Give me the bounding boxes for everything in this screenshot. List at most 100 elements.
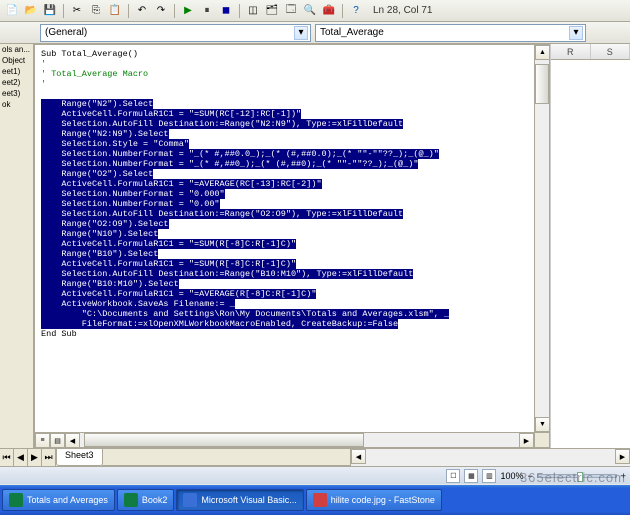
undo-icon[interactable]: ↶ bbox=[134, 3, 150, 19]
code-line[interactable]: Range("B10").Select bbox=[41, 249, 543, 259]
taskbar-item[interactable]: hilite code.jpg - FastStone bbox=[306, 489, 442, 511]
main-toolbar: 📄 📂 💾 ✂ ⎘ 📋 ↶ ↷ ▶ ⏸ ◼ ◫ 🗂 🗔 🔍 🧰 ? Ln 28,… bbox=[0, 0, 630, 22]
code-line[interactable]: Selection.NumberFormat = "_(* #,##0.0_);… bbox=[41, 149, 543, 159]
first-sheet-icon[interactable]: ⏮ bbox=[0, 449, 14, 466]
sheet-hscroll[interactable]: ◀ ▶ bbox=[350, 449, 630, 466]
code-line[interactable]: Range("O2").Select bbox=[41, 169, 543, 179]
panel-item[interactable]: eet2) bbox=[0, 77, 33, 88]
code-line[interactable]: "C:\Documents and Settings\Ron\My Docume… bbox=[41, 309, 543, 319]
panel-item[interactable]: ols an... bbox=[0, 44, 33, 55]
cursor-position: Ln 28, Col 71 bbox=[373, 5, 433, 16]
scroll-right-icon[interactable]: ▶ bbox=[519, 433, 534, 448]
code-line[interactable]: Range("N10").Select bbox=[41, 229, 543, 239]
panel-item[interactable]: eet3) bbox=[0, 88, 33, 99]
column-header[interactable]: S bbox=[591, 44, 630, 59]
scroll-left-icon[interactable]: ◀ bbox=[65, 433, 80, 448]
procedure-dropdown[interactable]: Total_Average ▾ bbox=[315, 24, 586, 42]
toolbox-icon[interactable]: 🧰 bbox=[321, 3, 337, 19]
horizontal-scrollbar[interactable]: ≡ ▤ ◀ ▶ bbox=[35, 432, 534, 447]
code-line[interactable]: Selection.NumberFormat = "_(* #,##0_);_(… bbox=[41, 159, 543, 169]
column-headers: R S bbox=[551, 44, 630, 60]
prev-sheet-icon[interactable]: ◀ bbox=[14, 449, 28, 466]
scroll-thumb[interactable] bbox=[535, 64, 549, 104]
panel-item[interactable]: Object bbox=[0, 55, 33, 66]
scroll-right-icon[interactable]: ▶ bbox=[615, 449, 630, 464]
code-line[interactable]: Selection.AutoFill Destination:=Range("N… bbox=[41, 119, 543, 129]
next-sheet-icon[interactable]: ▶ bbox=[28, 449, 42, 466]
paste-icon[interactable]: 📋 bbox=[107, 3, 123, 19]
taskbar-item[interactable]: Book2 bbox=[117, 489, 175, 511]
code-editor[interactable]: Sub Total_Average()'' Total_Average Macr… bbox=[35, 45, 549, 343]
code-line[interactable]: End Sub bbox=[41, 329, 543, 339]
code-line[interactable]: ActiveWorkbook.SaveAs Filename:= _ bbox=[41, 299, 543, 309]
break-icon[interactable]: ⏸ bbox=[199, 3, 215, 19]
code-line[interactable]: Selection.AutoFill Destination:=Range("O… bbox=[41, 209, 543, 219]
scroll-track[interactable] bbox=[535, 60, 549, 417]
code-line[interactable]: Selection.Style = "Comma" bbox=[41, 139, 543, 149]
normal-view-icon[interactable]: ☐ bbox=[446, 469, 460, 483]
save-icon[interactable]: 💾 bbox=[42, 3, 58, 19]
worksheet-area[interactable]: R S bbox=[550, 44, 630, 448]
scroll-track[interactable] bbox=[366, 449, 615, 466]
code-line[interactable]: ' bbox=[41, 79, 543, 89]
chevron-down-icon[interactable]: ▾ bbox=[294, 26, 308, 40]
object-dropdown[interactable]: (General) ▾ bbox=[40, 24, 311, 42]
code-line[interactable]: FileFormat:=xlOpenXMLWorkbookMacroEnable… bbox=[41, 319, 543, 329]
last-sheet-icon[interactable]: ⏭ bbox=[42, 449, 56, 466]
code-line[interactable]: Range("B10:M10").Select bbox=[41, 279, 543, 289]
project-explorer[interactable]: ols an... Object eet1) eet2) eet3) ok bbox=[0, 44, 34, 448]
code-line[interactable]: Selection.AutoFill Destination:=Range("B… bbox=[41, 269, 543, 279]
procedure-view-icon[interactable]: ≡ bbox=[35, 433, 50, 448]
code-line[interactable]: Selection.NumberFormat = "0.000" bbox=[41, 189, 543, 199]
code-line[interactable]: ActiveCell.FormulaR1C1 = "=AVERAGE(RC[-1… bbox=[41, 179, 543, 189]
project-explorer-icon[interactable]: 🗂 bbox=[264, 3, 280, 19]
chevron-down-icon[interactable]: ▾ bbox=[569, 26, 583, 40]
code-line[interactable]: Range("N2").Select bbox=[41, 99, 543, 109]
scroll-up-icon[interactable]: ▲ bbox=[535, 45, 550, 60]
sheet-tab[interactable]: Sheet3 bbox=[56, 449, 103, 466]
code-line[interactable]: ActiveCell.FormulaR1C1 = "=SUM(R[-8]C:R[… bbox=[41, 239, 543, 249]
scroll-left-icon[interactable]: ◀ bbox=[351, 449, 366, 464]
separator bbox=[239, 4, 240, 18]
taskbar-item-label: hilite code.jpg - FastStone bbox=[331, 495, 435, 505]
help-icon[interactable]: ? bbox=[348, 3, 364, 19]
new-icon[interactable]: 📄 bbox=[4, 3, 20, 19]
code-line[interactable]: Selection.NumberFormat = "0.00" bbox=[41, 199, 543, 209]
column-header[interactable]: R bbox=[551, 44, 591, 59]
run-icon[interactable]: ▶ bbox=[180, 3, 196, 19]
code-line[interactable]: Sub Total_Average() bbox=[41, 49, 543, 59]
separator bbox=[128, 4, 129, 18]
scroll-down-icon[interactable]: ▼ bbox=[535, 417, 550, 432]
code-line[interactable]: ActiveCell.FormulaR1C1 = "=SUM(R[-8]C:R[… bbox=[41, 259, 543, 269]
code-line[interactable] bbox=[41, 89, 543, 99]
taskbar-items: Totals and AveragesBook2Microsoft Visual… bbox=[2, 489, 442, 511]
app-icon bbox=[313, 493, 327, 507]
taskbar-item[interactable]: Totals and Averages bbox=[2, 489, 115, 511]
code-line[interactable]: Range("N2:N9").Select bbox=[41, 129, 543, 139]
panel-item[interactable]: ok bbox=[0, 99, 33, 110]
object-browser-icon[interactable]: 🔍 bbox=[302, 3, 318, 19]
full-module-view-icon[interactable]: ▤ bbox=[50, 433, 65, 448]
code-line[interactable]: ActiveCell.FormulaR1C1 = "=AVERAGE(R[-8]… bbox=[41, 289, 543, 299]
object-proc-row: (General) ▾ Total_Average ▾ bbox=[0, 22, 630, 44]
open-icon[interactable]: 📂 bbox=[23, 3, 39, 19]
code-line[interactable]: ' Total_Average Macro bbox=[41, 69, 543, 79]
object-dropdown-value: (General) bbox=[45, 27, 87, 38]
reset-icon[interactable]: ◼ bbox=[218, 3, 234, 19]
panel-item[interactable]: eet1) bbox=[0, 66, 33, 77]
cut-icon[interactable]: ✂ bbox=[69, 3, 85, 19]
page-layout-view-icon[interactable]: ▦ bbox=[464, 469, 478, 483]
code-line[interactable]: ActiveCell.FormulaR1C1 = "=SUM(RC[-12]:R… bbox=[41, 109, 543, 119]
redo-icon[interactable]: ↷ bbox=[153, 3, 169, 19]
code-line[interactable]: Range("O2:O9").Select bbox=[41, 219, 543, 229]
design-icon[interactable]: ◫ bbox=[245, 3, 261, 19]
page-break-view-icon[interactable]: ▥ bbox=[482, 469, 496, 483]
scroll-track[interactable] bbox=[80, 433, 519, 447]
properties-icon[interactable]: 🗔 bbox=[283, 3, 299, 19]
code-line[interactable]: ' bbox=[41, 59, 543, 69]
separator bbox=[174, 4, 175, 18]
taskbar-item[interactable]: Microsoft Visual Basic... bbox=[176, 489, 303, 511]
copy-icon[interactable]: ⎘ bbox=[88, 3, 104, 19]
scroll-thumb[interactable] bbox=[84, 433, 364, 447]
vertical-scrollbar[interactable]: ▲ ▼ bbox=[534, 45, 549, 432]
